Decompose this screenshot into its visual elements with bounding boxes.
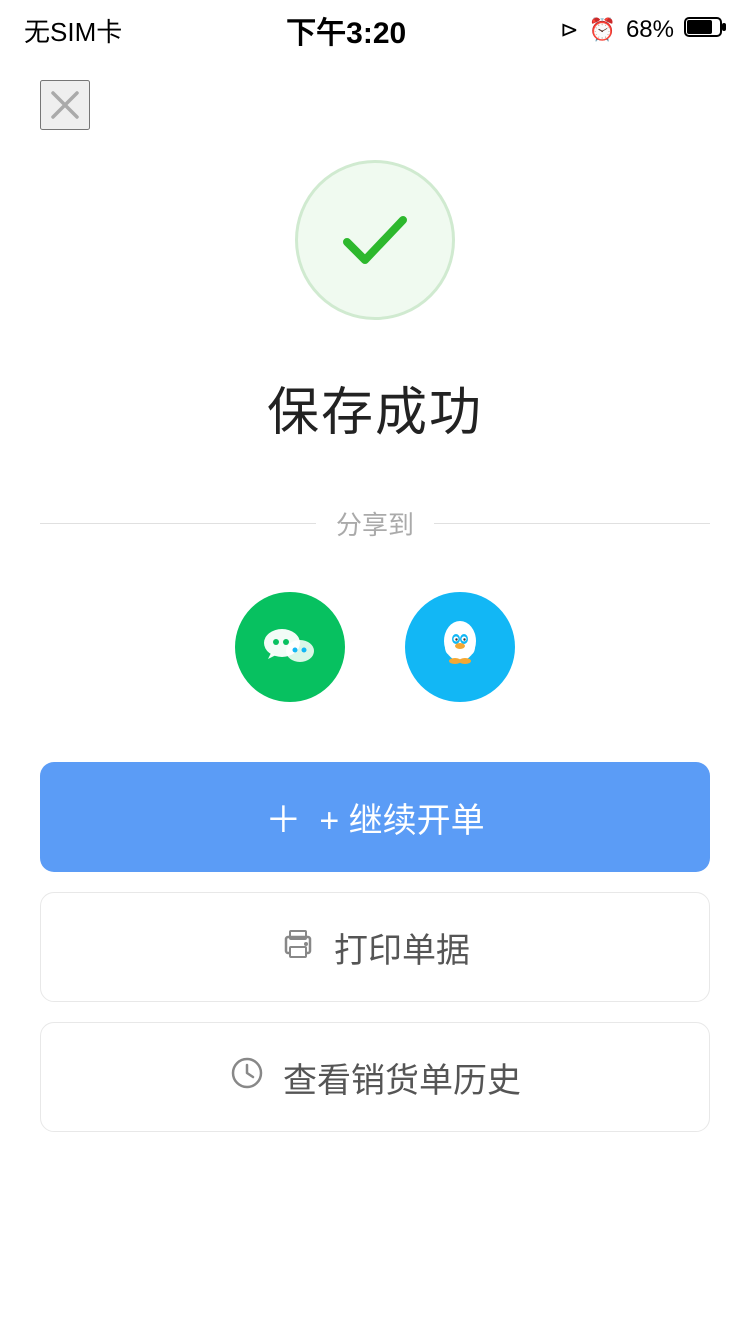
status-left: 无SIM卡 — [24, 12, 132, 49]
qq-share-button[interactable] — [405, 592, 515, 702]
divider-right — [434, 523, 710, 524]
share-icons — [235, 592, 515, 702]
share-section: 分享到 — [40, 505, 710, 702]
status-time: 下午3:20 — [286, 8, 406, 52]
location-icon: ⊳ — [560, 17, 578, 43]
plus-icon: ＋ — [265, 791, 301, 843]
share-divider: 分享到 — [40, 505, 710, 542]
close-button[interactable] — [40, 80, 90, 130]
qq-icon — [426, 613, 494, 681]
divider-left — [40, 523, 316, 524]
print-label: 打印单据 — [334, 923, 470, 972]
status-bar: 无SIM卡 下午3:20 ⊳ ⏰ 68% — [0, 0, 750, 60]
history-button[interactable]: 查看销货单历史 — [40, 1022, 710, 1132]
print-button[interactable]: 打印单据 — [40, 892, 710, 1002]
carrier-text: 无SIM卡 — [24, 12, 122, 49]
history-label: 查看销货单历史 — [283, 1053, 521, 1102]
battery-text: 68% — [626, 16, 674, 44]
status-right: ⊳ ⏰ 68% — [560, 16, 726, 45]
printer-icon — [280, 925, 316, 970]
checkmark-icon — [335, 200, 415, 280]
history-icon — [229, 1055, 265, 1100]
main-content: 保存成功 分享到 — [0, 60, 750, 1172]
wechat-share-button[interactable] — [235, 592, 345, 702]
success-icon-circle — [295, 160, 455, 320]
continue-button[interactable]: ＋ + 继续开单 — [40, 762, 710, 872]
success-title: 保存成功 — [267, 370, 483, 445]
action-buttons: ＋ + 继续开单 打印单据 查看销货单历 — [40, 762, 710, 1132]
battery-icon — [684, 16, 726, 45]
alarm-icon: ⏰ — [589, 17, 616, 43]
share-label: 分享到 — [336, 505, 414, 542]
wechat-icon — [256, 613, 324, 681]
continue-label: + 继续开单 — [319, 793, 484, 842]
